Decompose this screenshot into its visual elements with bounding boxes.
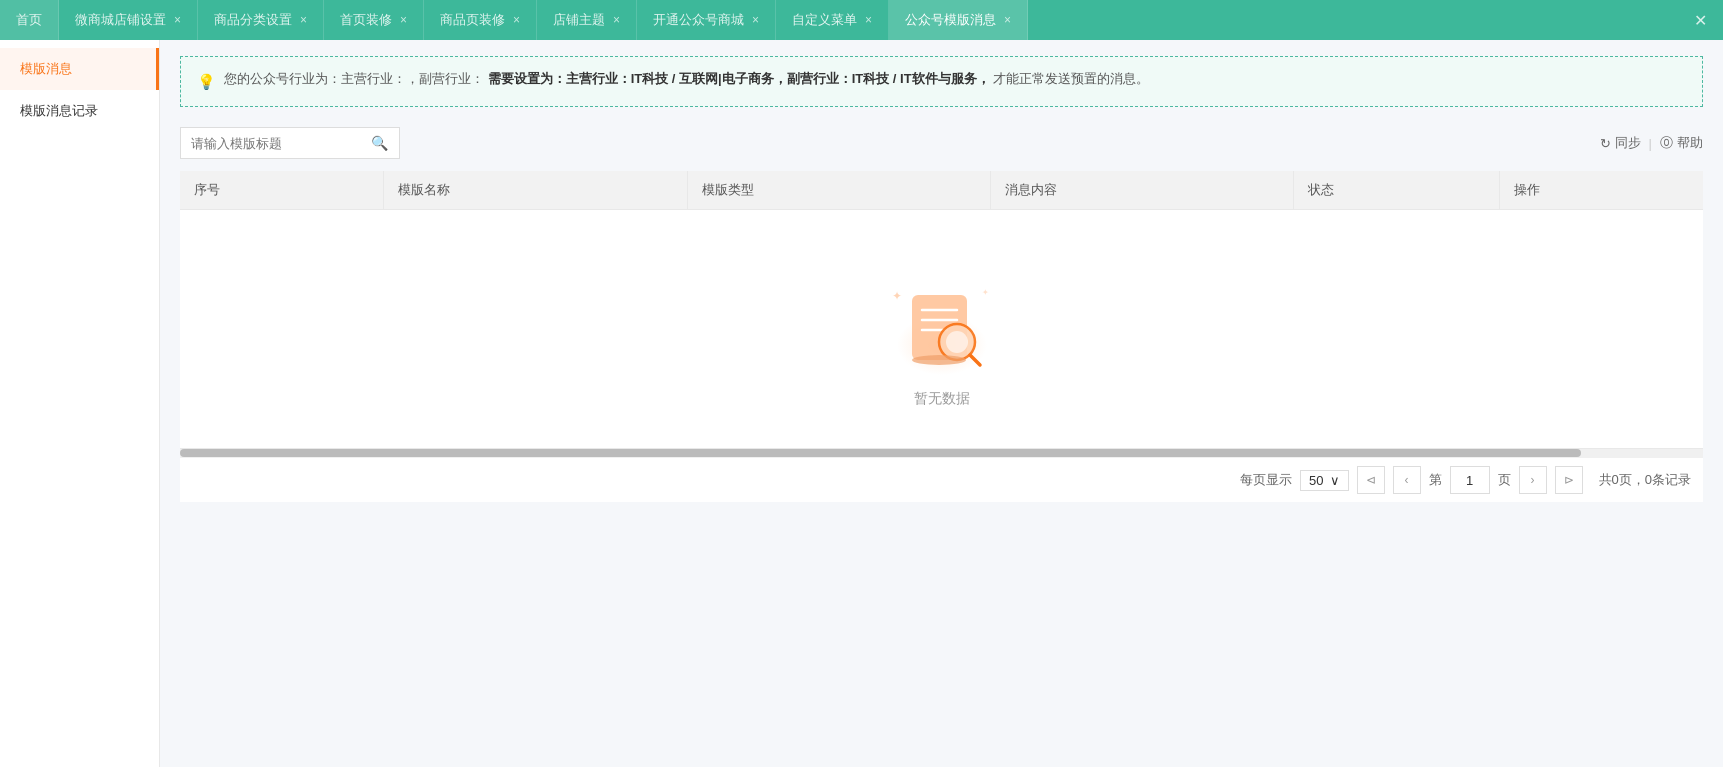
search-icon[interactable]: 🔍 <box>371 135 388 151</box>
content-area: 💡 您的公众号行业为：主营行业：，副营行业： 需要设置为：主营行业：IT科技 /… <box>160 40 1723 767</box>
empty-illustration: ✦ ✦ <box>882 270 1002 390</box>
tab-custom-menu[interactable]: 自定义菜单 × <box>776 0 889 40</box>
tab-close-custom-menu[interactable]: × <box>865 13 872 27</box>
svg-text:✦: ✦ <box>982 288 989 297</box>
first-page-button[interactable]: ⊲ <box>1357 466 1385 494</box>
sidebar: 模版消息模版消息记录 <box>0 40 160 767</box>
tab-close-homepage-decor[interactable]: × <box>400 13 407 27</box>
sidebar-item-template-record[interactable]: 模版消息记录 <box>0 90 159 132</box>
sync-icon: ↻ <box>1600 136 1611 151</box>
col-header-action: 操作 <box>1499 171 1703 210</box>
tab-close-product-decor[interactable]: × <box>513 13 520 27</box>
svg-point-8 <box>912 355 966 365</box>
page-prefix-label: 第 <box>1429 471 1442 489</box>
svg-point-6 <box>946 331 968 353</box>
col-header-index: 序号 <box>180 171 384 210</box>
tab-bar: 首页微商城店铺设置 ×商品分类设置 ×首页装修 ×商品页装修 ×店铺主题 ×开通… <box>0 0 1723 40</box>
tab-store-theme[interactable]: 店铺主题 × <box>537 0 637 40</box>
tab-template-msg[interactable]: 公众号模版消息 × <box>889 0 1028 40</box>
toolbar-right: ↻ 同步 | ⓪ 帮助 <box>1600 134 1703 152</box>
scroll-thumb[interactable] <box>180 449 1581 457</box>
page-unit-label: 页 <box>1498 471 1511 489</box>
tab-product-decor[interactable]: 商品页装修 × <box>424 0 537 40</box>
tab-open-mall[interactable]: 开通公众号商城 × <box>637 0 776 40</box>
empty-text: 暂无数据 <box>914 390 970 408</box>
last-page-button[interactable]: ⊳ <box>1555 466 1583 494</box>
tab-homepage-decor[interactable]: 首页装修 × <box>324 0 424 40</box>
notice-prefix: 您的公众号行业为：主营行业：，副营行业： <box>224 71 484 86</box>
notice-suffix: 才能正常发送预置的消息。 <box>993 71 1149 86</box>
per-page-chevron: ∨ <box>1330 473 1340 488</box>
sync-button[interactable]: ↻ 同步 <box>1600 134 1641 152</box>
main-layout: 模版消息模版消息记录 💡 您的公众号行业为：主营行业：，副营行业： 需要设置为：… <box>0 40 1723 767</box>
tab-shop-settings[interactable]: 微商城店铺设置 × <box>59 0 198 40</box>
col-header-type: 模版类型 <box>687 171 990 210</box>
svg-text:✦: ✦ <box>892 289 902 303</box>
toolbar: 🔍 ↻ 同步 | ⓪ 帮助 <box>180 127 1703 159</box>
tab-category-settings[interactable]: 商品分类设置 × <box>198 0 324 40</box>
table-header: 序号模版名称模版类型消息内容状态操作 <box>180 171 1703 210</box>
tab-close-open-mall[interactable]: × <box>752 13 759 27</box>
pagination-bar: 每页显示 50 ∨ ⊲ ‹ 第 页 › ⊳ 共0页，0条记录 <box>180 457 1703 502</box>
empty-state: ✦ ✦ 暂无数据 <box>180 210 1703 448</box>
notice-highlight: 需要设置为：主营行业：IT科技 / 互联网|电子商务，副营行业：IT科技 / I… <box>488 71 990 86</box>
help-button[interactable]: ⓪ 帮助 <box>1660 134 1703 152</box>
tab-close-store-theme[interactable]: × <box>613 13 620 27</box>
notice-icon: 💡 <box>197 70 216 94</box>
toolbar-divider: | <box>1649 136 1652 151</box>
sync-label: 同步 <box>1615 134 1641 152</box>
per-page-select[interactable]: 50 ∨ <box>1300 470 1348 491</box>
tab-close-template-msg[interactable]: × <box>1004 13 1011 27</box>
page-total-info: 共0页，0条记录 <box>1599 471 1691 489</box>
horizontal-scrollbar[interactable] <box>180 449 1703 457</box>
search-input[interactable] <box>191 136 371 151</box>
prev-page-button[interactable]: ‹ <box>1393 466 1421 494</box>
window-close-button[interactable]: ✕ <box>1678 11 1723 30</box>
search-box: 🔍 <box>180 127 400 159</box>
notice-box: 💡 您的公众号行业为：主营行业：，副营行业： 需要设置为：主营行业：IT科技 /… <box>180 56 1703 107</box>
help-icon: ⓪ <box>1660 134 1673 152</box>
tab-close-category-settings[interactable]: × <box>300 13 307 27</box>
per-page-label: 每页显示 <box>1240 471 1292 489</box>
tab-close-shop-settings[interactable]: × <box>174 13 181 27</box>
tab-home[interactable]: 首页 <box>0 0 59 40</box>
sidebar-item-template-msg[interactable]: 模版消息 <box>0 48 159 90</box>
next-page-button[interactable]: › <box>1519 466 1547 494</box>
col-header-name: 模版名称 <box>384 171 687 210</box>
col-header-status: 状态 <box>1293 171 1499 210</box>
col-header-content: 消息内容 <box>990 171 1293 210</box>
help-label: 帮助 <box>1677 134 1703 152</box>
data-table: 序号模版名称模版类型消息内容状态操作 ✦ ✦ 暂无数据 <box>180 171 1703 449</box>
notice-text: 您的公众号行业为：主营行业：，副营行业： 需要设置为：主营行业：IT科技 / 互… <box>224 69 1149 90</box>
page-number-input[interactable] <box>1450 466 1490 494</box>
per-page-value: 50 <box>1309 473 1323 488</box>
